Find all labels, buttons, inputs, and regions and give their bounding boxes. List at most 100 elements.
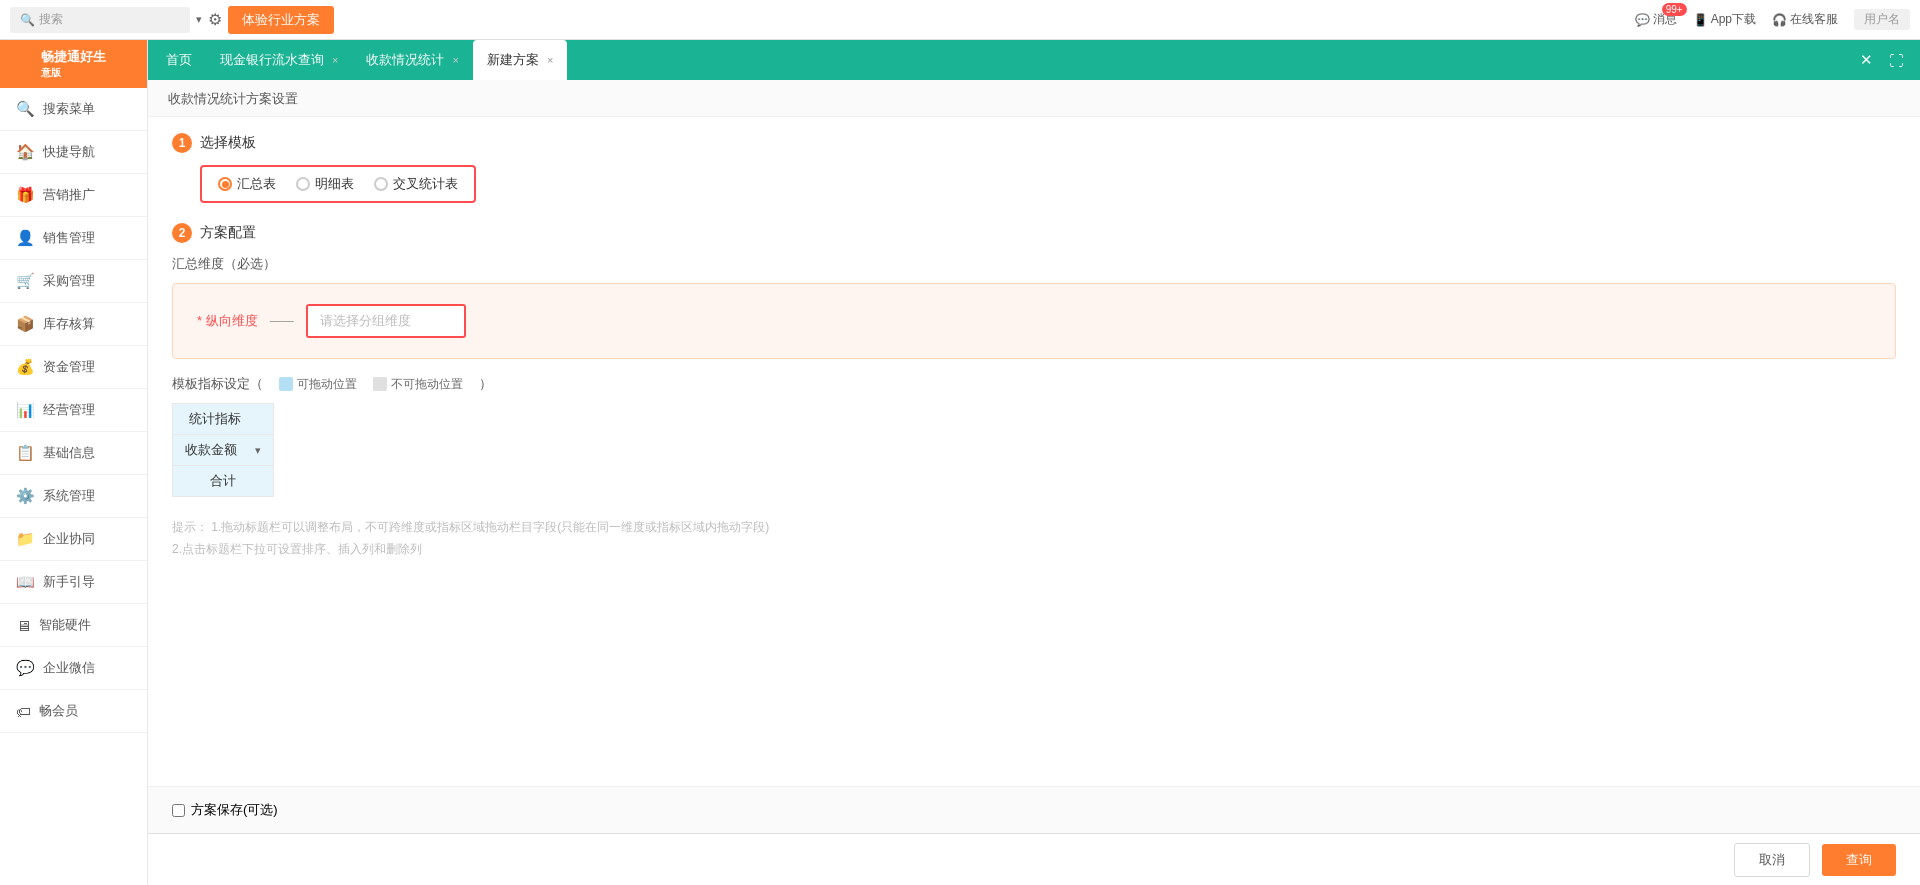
tips-area: 提示： 1.拖动标题栏可以调整布局，不可跨维度或指标区域拖动栏目字段(只能在同一…: [172, 517, 1896, 560]
sidebar-item-marketing[interactable]: 🎁 营销推广: [0, 174, 147, 217]
sidebar-item-finance[interactable]: 💰 资金管理: [0, 346, 147, 389]
sidebar-item-inventory[interactable]: 📦 库存核算: [0, 303, 147, 346]
finance-icon: 💰: [16, 358, 35, 376]
radio-summary-circle: [218, 177, 232, 191]
sidebar-label-marketing: 营销推广: [43, 186, 95, 204]
tab-bank-label: 现金银行流水查询: [220, 51, 324, 69]
sidebar-label-system: 系统管理: [43, 487, 95, 505]
template-selection-box: 汇总表 明细表 交叉统计表: [200, 165, 476, 203]
sidebar-label-basics: 基础信息: [43, 444, 95, 462]
tab-bar: 首页 现金银行流水查询 × 收款情况统计 × 新建方案 × ✕ ⛶: [148, 40, 1920, 80]
stats-header: 统计指标: [173, 404, 273, 435]
logo-subtext: 意版: [41, 66, 106, 80]
tab-receipts-close[interactable]: ×: [452, 54, 458, 66]
sales-icon: 👤: [16, 229, 35, 247]
page-content: 收款情况统计方案设置 1 选择模板 汇总表: [148, 80, 1920, 833]
radio-summary[interactable]: 汇总表: [218, 175, 276, 193]
cancel-button[interactable]: 取消: [1734, 843, 1810, 877]
fixed-legend: 不可拖动位置: [373, 376, 463, 393]
sidebar-item-collab[interactable]: 📁 企业协同: [0, 518, 147, 561]
save-option: 方案保存(可选): [148, 786, 1920, 833]
tab-new-plan-close[interactable]: ×: [547, 54, 553, 66]
sidebar-item-search[interactable]: 🔍 搜索菜单: [0, 88, 147, 131]
metrics-config: 模板指标设定（ 可拖动位置 不可拖动位置 ）: [172, 375, 1896, 497]
step2-number: 2: [172, 223, 192, 243]
radio-detail-circle: [296, 177, 310, 191]
metrics-title-end: ）: [479, 375, 492, 393]
inventory-icon: 📦: [16, 315, 35, 333]
trial-button[interactable]: 体验行业方案: [228, 6, 334, 34]
step1-title: 选择模板: [200, 134, 256, 152]
sidebar-label-collab: 企业协同: [43, 530, 95, 548]
search-icon: 🔍: [20, 13, 35, 27]
tab-home[interactable]: 首页: [152, 40, 206, 80]
tab-receipts-label: 收款情况统计: [366, 51, 444, 69]
fixed-label: 不可拖动位置: [391, 376, 463, 393]
tab-new-plan[interactable]: 新建方案 ×: [473, 40, 567, 80]
sidebar-item-sales[interactable]: 👤 销售管理: [0, 217, 147, 260]
sidebar-item-hardware[interactable]: 🖥 智能硬件: [0, 604, 147, 647]
sidebar-logo: 畅捷通好生 意版: [0, 40, 147, 88]
sidebar-item-member[interactable]: 🏷 畅会员: [0, 690, 147, 733]
member-icon: 🏷: [16, 703, 31, 720]
hardware-icon: 🖥: [16, 617, 31, 634]
config-section: 汇总维度（必选） * 纵向维度 —— 请选择分组维度: [172, 255, 1896, 560]
step2-label: 2 方案配置: [172, 223, 1896, 243]
top-bar-left: 🔍 搜索 ▾ ⚙ 体验行业方案: [10, 6, 1625, 34]
download-button[interactable]: 📱 App下载: [1693, 11, 1756, 28]
sidebar-label-operations: 经营管理: [43, 401, 95, 419]
tab-bank-close[interactable]: ×: [332, 54, 338, 66]
chat-button[interactable]: 🎧 在线客服: [1772, 11, 1838, 28]
save-checkbox-label: 方案保存(可选): [191, 801, 278, 819]
chat-icon: 🎧: [1772, 13, 1787, 27]
dimension-select[interactable]: 请选择分组维度: [306, 304, 466, 338]
amount-label: 收款金额: [185, 441, 237, 459]
sidebar-label-finance: 资金管理: [43, 358, 95, 376]
home-icon: 🏠: [16, 143, 35, 161]
close-window-icon[interactable]: ✕: [1856, 47, 1877, 73]
tab-home-label: 首页: [166, 51, 192, 69]
sidebar-label-nav: 快捷导航: [43, 143, 95, 161]
tab-receipts[interactable]: 收款情况统计 ×: [352, 40, 472, 80]
top-search-box[interactable]: 🔍 搜索: [10, 7, 190, 33]
sidebar-label-member: 畅会员: [39, 702, 78, 720]
maximize-icon[interactable]: ⛶: [1885, 48, 1908, 73]
sidebar-item-operations[interactable]: 📊 经营管理: [0, 389, 147, 432]
radio-summary-label: 汇总表: [237, 175, 276, 193]
sidebar-label-wechat: 企业微信: [43, 659, 95, 677]
sidebar-item-guide[interactable]: 📖 新手引导: [0, 561, 147, 604]
message-button[interactable]: 💬 消息 99+: [1635, 11, 1677, 28]
radio-detail-label: 明细表: [315, 175, 354, 193]
save-checkbox[interactable]: [172, 804, 185, 817]
sidebar-item-system[interactable]: ⚙️ 系统管理: [0, 475, 147, 518]
arrow-icon: ——: [270, 314, 294, 328]
step1-section: 1 选择模板 汇总表 明细表: [172, 133, 1896, 203]
amount-chevron-icon: ▾: [255, 444, 261, 457]
amount-cell[interactable]: 收款金额 ▾: [173, 435, 273, 466]
sidebar-label-guide: 新手引导: [43, 573, 95, 591]
movable-box: [279, 377, 293, 391]
dimension-area: * 纵向维度 —— 请选择分组维度: [172, 283, 1896, 359]
radio-detail[interactable]: 明细表: [296, 175, 354, 193]
gear-icon[interactable]: ⚙: [208, 10, 222, 29]
sidebar-item-wechat[interactable]: 💬 企业微信: [0, 647, 147, 690]
radio-cross[interactable]: 交叉统计表: [374, 175, 458, 193]
query-button[interactable]: 查询: [1822, 844, 1896, 876]
bottom-bar: 取消 查询: [148, 833, 1920, 885]
movable-legend: 可拖动位置: [279, 376, 357, 393]
movable-label: 可拖动位置: [297, 376, 357, 393]
chevron-down-icon[interactable]: ▾: [196, 13, 202, 26]
sidebar-item-nav[interactable]: 🏠 快捷导航: [0, 131, 147, 174]
operations-icon: 📊: [16, 401, 35, 419]
sidebar-item-basics[interactable]: 📋 基础信息: [0, 432, 147, 475]
sidebar-item-purchase[interactable]: 🛒 采购管理: [0, 260, 147, 303]
tab-bank[interactable]: 现金银行流水查询 ×: [206, 40, 352, 80]
search-placeholder-text: 搜索: [39, 11, 63, 28]
breadcrumb: 收款情况统计方案设置: [148, 80, 1920, 117]
metrics-table: 统计指标 收款金额 ▾ 合计: [172, 403, 274, 497]
tip-line-2: 2.点击标题栏下拉可设置排序、插入列和删除列: [172, 539, 1896, 561]
main-content: 首页 现金银行流水查询 × 收款情况统计 × 新建方案 × ✕ ⛶ 收款情况统计…: [148, 40, 1920, 885]
user-info[interactable]: 用户名: [1854, 9, 1910, 30]
download-icon: 📱: [1693, 13, 1708, 27]
dimension-row: * 纵向维度 —— 请选择分组维度: [197, 304, 1871, 338]
